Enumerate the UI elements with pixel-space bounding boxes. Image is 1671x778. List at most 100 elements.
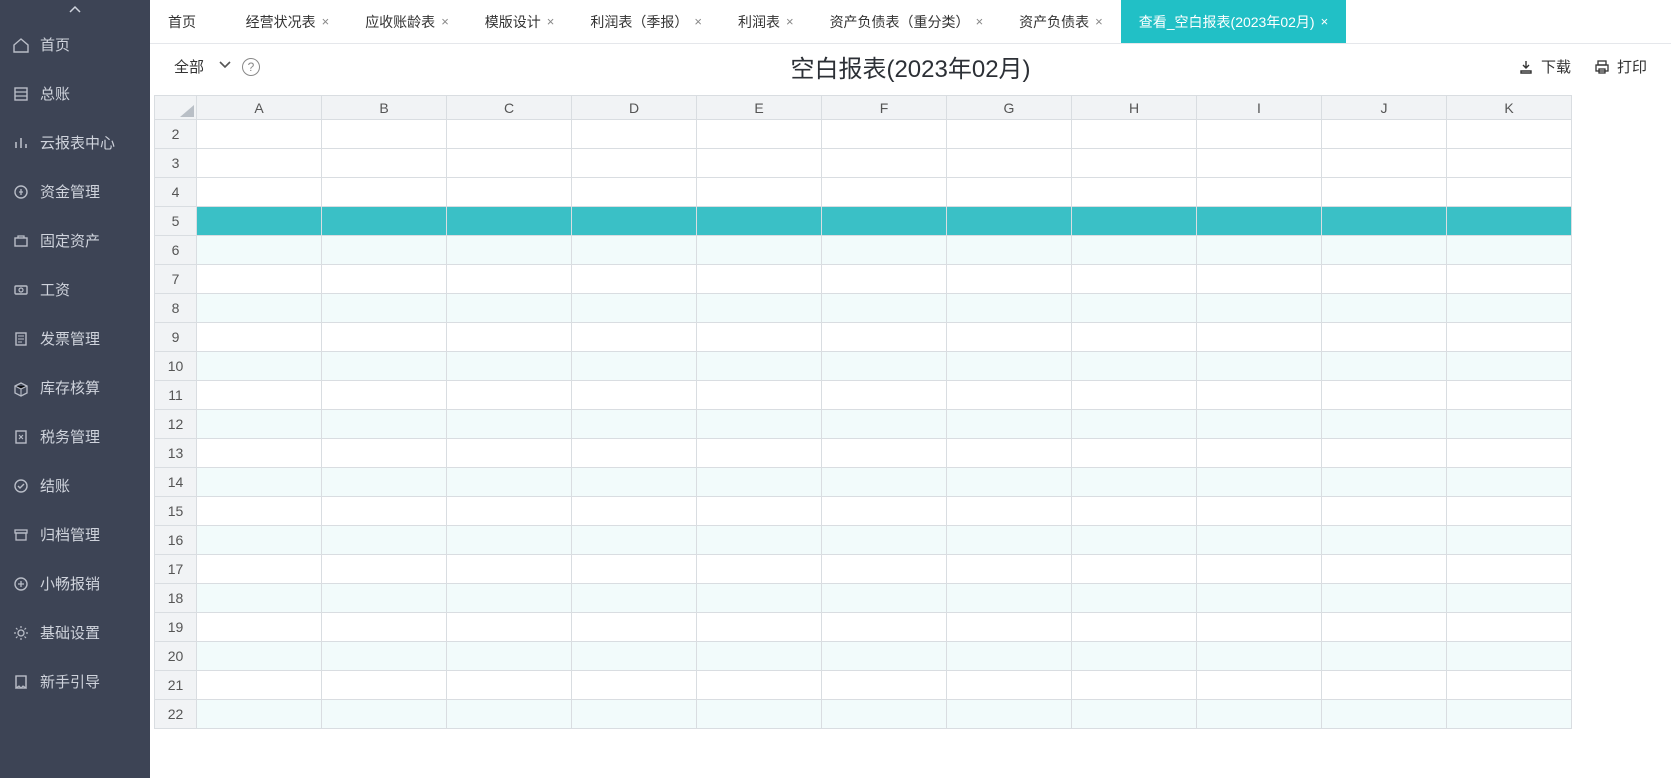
cell-J11[interactable]: [1322, 381, 1447, 410]
cell-I11[interactable]: [1197, 381, 1322, 410]
cell-G5[interactable]: [947, 207, 1072, 236]
column-header-E[interactable]: E: [697, 96, 822, 120]
cell-J9[interactable]: [1322, 323, 1447, 352]
cell-F18[interactable]: [822, 584, 947, 613]
cell-A16[interactable]: [197, 526, 322, 555]
cell-G3[interactable]: [947, 149, 1072, 178]
cell-F8[interactable]: [822, 294, 947, 323]
help-icon[interactable]: ?: [242, 58, 260, 76]
cell-I20[interactable]: [1197, 642, 1322, 671]
cell-E13[interactable]: [697, 439, 822, 468]
row-header-17[interactable]: 17: [155, 555, 197, 584]
cell-A3[interactable]: [197, 149, 322, 178]
cell-J10[interactable]: [1322, 352, 1447, 381]
cell-J8[interactable]: [1322, 294, 1447, 323]
cell-E12[interactable]: [697, 410, 822, 439]
cell-D14[interactable]: [572, 468, 697, 497]
cell-G7[interactable]: [947, 265, 1072, 294]
cell-B10[interactable]: [322, 352, 447, 381]
download-button[interactable]: 下载: [1517, 56, 1571, 77]
cell-F5[interactable]: [822, 207, 947, 236]
close-icon[interactable]: ×: [1321, 14, 1329, 29]
cell-H19[interactable]: [1072, 613, 1197, 642]
cell-B22[interactable]: [322, 700, 447, 729]
row-header-10[interactable]: 10: [155, 352, 197, 381]
tab-5[interactable]: 利润表×: [720, 0, 812, 43]
cell-A21[interactable]: [197, 671, 322, 700]
cell-D5[interactable]: [572, 207, 697, 236]
cell-E16[interactable]: [697, 526, 822, 555]
cell-E3[interactable]: [697, 149, 822, 178]
cell-B3[interactable]: [322, 149, 447, 178]
cell-C14[interactable]: [447, 468, 572, 497]
cell-E14[interactable]: [697, 468, 822, 497]
cell-I6[interactable]: [1197, 236, 1322, 265]
cell-I8[interactable]: [1197, 294, 1322, 323]
row-header-15[interactable]: 15: [155, 497, 197, 526]
cell-C10[interactable]: [447, 352, 572, 381]
cell-E20[interactable]: [697, 642, 822, 671]
cell-G13[interactable]: [947, 439, 1072, 468]
tab-2[interactable]: 应收账龄表×: [347, 0, 467, 43]
cell-K14[interactable]: [1447, 468, 1572, 497]
cell-H14[interactable]: [1072, 468, 1197, 497]
cell-I12[interactable]: [1197, 410, 1322, 439]
cell-A18[interactable]: [197, 584, 322, 613]
sidebar-item-wage[interactable]: 工资: [0, 265, 150, 314]
close-icon[interactable]: ×: [547, 14, 555, 29]
cell-D7[interactable]: [572, 265, 697, 294]
cell-B11[interactable]: [322, 381, 447, 410]
cell-I18[interactable]: [1197, 584, 1322, 613]
cell-F4[interactable]: [822, 178, 947, 207]
cell-I9[interactable]: [1197, 323, 1322, 352]
sidebar-item-stock[interactable]: 库存核算: [0, 363, 150, 412]
cell-D10[interactable]: [572, 352, 697, 381]
row-header-16[interactable]: 16: [155, 526, 197, 555]
cell-K8[interactable]: [1447, 294, 1572, 323]
cell-H8[interactable]: [1072, 294, 1197, 323]
spreadsheet-wrapper[interactable]: ABCDEFGHIJK 2345678910111213141516171819…: [150, 95, 1671, 778]
sidebar-item-asset[interactable]: 固定资产: [0, 216, 150, 265]
cell-K11[interactable]: [1447, 381, 1572, 410]
cell-G20[interactable]: [947, 642, 1072, 671]
column-header-G[interactable]: G: [947, 96, 1072, 120]
sidebar-item-settings[interactable]: 基础设置: [0, 608, 150, 657]
cell-C16[interactable]: [447, 526, 572, 555]
cell-B5[interactable]: [322, 207, 447, 236]
cell-J18[interactable]: [1322, 584, 1447, 613]
cell-G17[interactable]: [947, 555, 1072, 584]
sidebar-scroll-up[interactable]: [0, 0, 150, 18]
cell-I15[interactable]: [1197, 497, 1322, 526]
cell-C8[interactable]: [447, 294, 572, 323]
cell-A10[interactable]: [197, 352, 322, 381]
cell-J3[interactable]: [1322, 149, 1447, 178]
row-header-13[interactable]: 13: [155, 439, 197, 468]
cell-G12[interactable]: [947, 410, 1072, 439]
column-header-B[interactable]: B: [322, 96, 447, 120]
cell-D11[interactable]: [572, 381, 697, 410]
cell-K10[interactable]: [1447, 352, 1572, 381]
cell-I10[interactable]: [1197, 352, 1322, 381]
cell-A15[interactable]: [197, 497, 322, 526]
cell-K12[interactable]: [1447, 410, 1572, 439]
cell-D19[interactable]: [572, 613, 697, 642]
cell-B2[interactable]: [322, 120, 447, 149]
cell-F9[interactable]: [822, 323, 947, 352]
cell-H15[interactable]: [1072, 497, 1197, 526]
cell-F10[interactable]: [822, 352, 947, 381]
cell-E22[interactable]: [697, 700, 822, 729]
cell-F2[interactable]: [822, 120, 947, 149]
row-header-3[interactable]: 3: [155, 149, 197, 178]
cell-F13[interactable]: [822, 439, 947, 468]
tab-8[interactable]: 查看_空白报表(2023年02月)×: [1121, 0, 1346, 43]
cell-D21[interactable]: [572, 671, 697, 700]
cell-D20[interactable]: [572, 642, 697, 671]
tab-4[interactable]: 利润表（季报）×: [572, 0, 720, 43]
column-header-D[interactable]: D: [572, 96, 697, 120]
cell-C5[interactable]: [447, 207, 572, 236]
sidebar-item-guide[interactable]: 新手引导: [0, 657, 150, 706]
cell-E10[interactable]: [697, 352, 822, 381]
tab-0[interactable]: 首页×: [150, 0, 228, 43]
cell-I17[interactable]: [1197, 555, 1322, 584]
row-header-8[interactable]: 8: [155, 294, 197, 323]
